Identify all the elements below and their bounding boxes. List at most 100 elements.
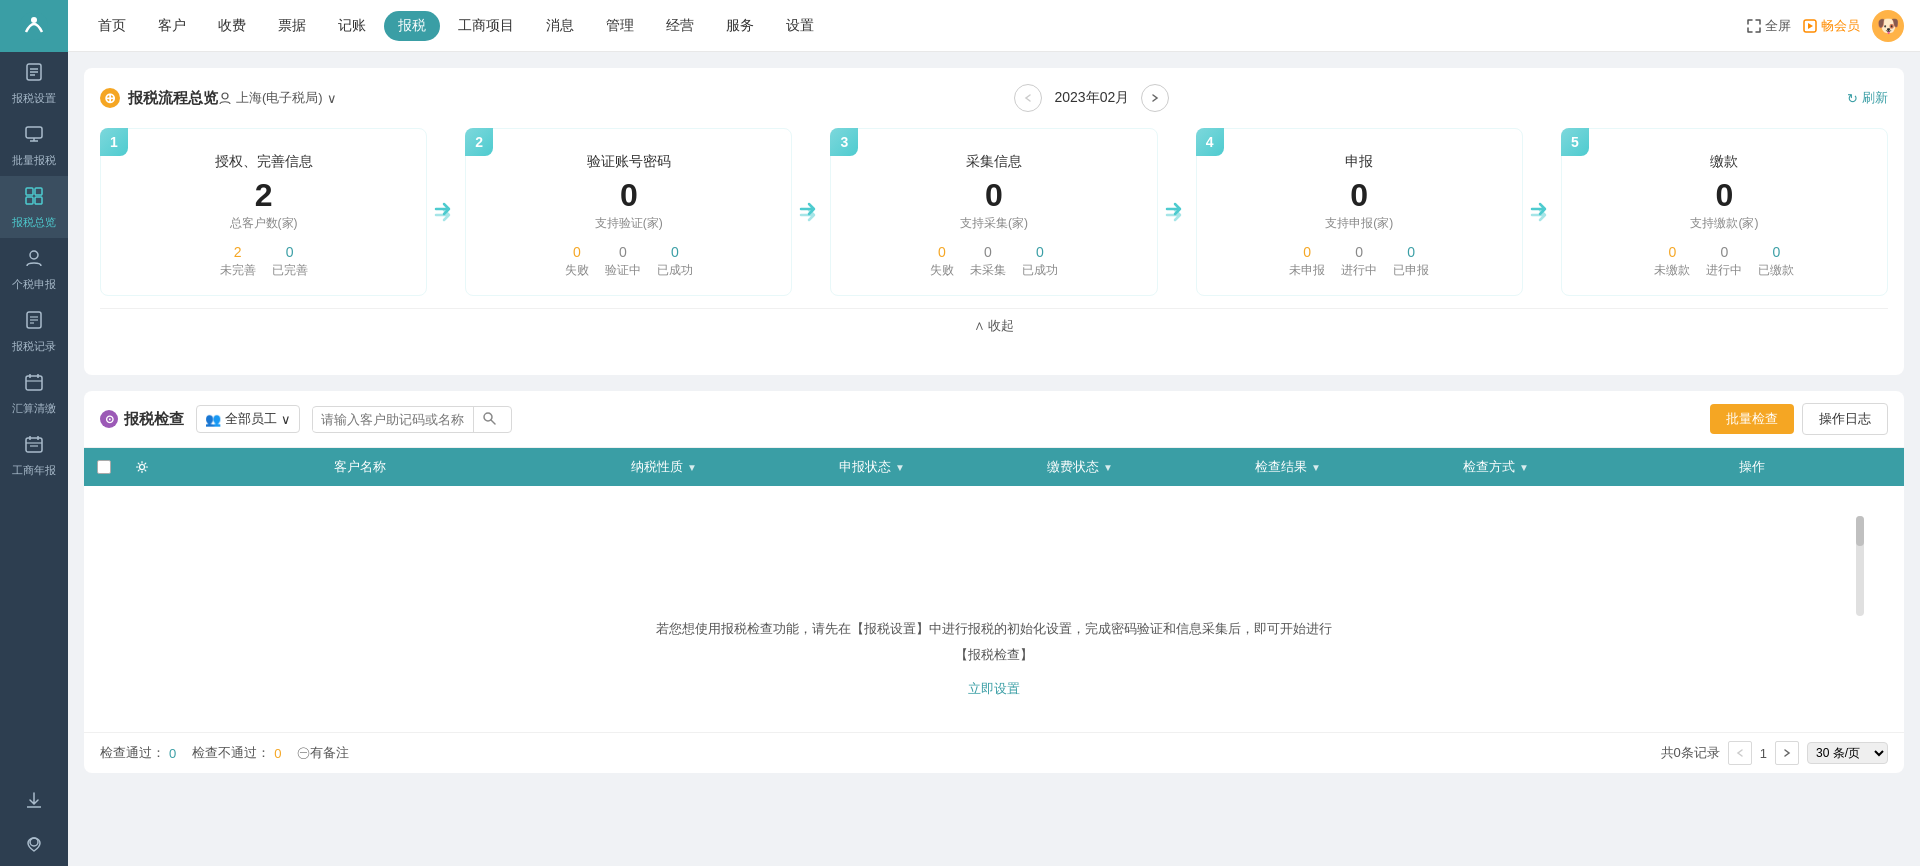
nav-service[interactable]: 服务 xyxy=(712,11,768,41)
step-3-num: 3 xyxy=(830,128,858,156)
collapse-bar[interactable]: ∧ 收起 xyxy=(100,308,1888,343)
collapse-icon: ∧ xyxy=(974,318,985,333)
svg-rect-18 xyxy=(26,376,42,390)
filter-icon[interactable]: ▼ xyxy=(895,462,905,473)
nav-accounting[interactable]: 记账 xyxy=(324,11,380,41)
step-4-title: 申报 xyxy=(1213,153,1506,171)
filter-icon[interactable]: ▼ xyxy=(1519,462,1529,473)
stat-item: 0 失败 xyxy=(930,244,954,279)
th-name-text: 客户名称 xyxy=(334,458,386,476)
total-records: 共0条记录 xyxy=(1661,744,1720,762)
next-page-btn[interactable] xyxy=(1775,741,1799,765)
sidebar-item-tax-records[interactable]: 报税记录 xyxy=(0,300,68,362)
play-icon xyxy=(1803,19,1817,33)
pass-stat: 检查通过： 0 xyxy=(100,744,176,762)
setup-link[interactable]: 立即设置 xyxy=(968,676,1020,702)
stat-item: 0 未采集 xyxy=(970,244,1006,279)
sidebar-item-personal-tax[interactable]: 个税申报 xyxy=(0,238,68,300)
step-arrow-1 xyxy=(427,197,465,227)
sidebar-bottom xyxy=(0,780,68,866)
sidebar-item-label: 批量报税 xyxy=(12,153,56,168)
step-3-count: 0 xyxy=(847,179,1140,211)
sidebar-item-label: 报税总览 xyxy=(12,215,56,230)
sidebar-item-annual-report[interactable]: 工商年报 xyxy=(0,424,68,486)
pass-count-link[interactable]: 0 xyxy=(169,746,176,761)
svg-point-0 xyxy=(20,12,48,40)
step-5-count: 0 xyxy=(1578,179,1871,211)
stat-val: 2 xyxy=(220,244,256,260)
nav-manage[interactable]: 管理 xyxy=(592,11,648,41)
flow-step-1: 1 授权、完善信息 2 总客户数(家) 2 未完善 0 已完善 xyxy=(100,128,427,296)
operation-log-btn[interactable]: 操作日志 xyxy=(1802,403,1888,435)
nav-invoice[interactable]: 票据 xyxy=(264,11,320,41)
sidebar-item-tax-overview[interactable]: 报税总览 xyxy=(0,176,68,238)
topnav-right: 全屏 畅会员 🐶 xyxy=(1747,10,1904,42)
stat-item: 0 已成功 xyxy=(1022,244,1058,279)
th-checkbox[interactable] xyxy=(84,448,124,486)
flow-step-3: 3 采集信息 0 支持采集(家) 0 失败 0 未采集 xyxy=(830,128,1157,296)
sidebar-item-tax-settings[interactable]: 报税设置 xyxy=(0,52,68,114)
svg-rect-9 xyxy=(26,188,33,195)
stat-val-normal: 0 xyxy=(605,244,641,260)
nav-operation[interactable]: 经营 xyxy=(652,11,708,41)
nav-tax[interactable]: 报税 xyxy=(384,11,440,41)
page-size-select[interactable]: 30 条/页 50 条/页 100 条/页 xyxy=(1807,742,1888,764)
sidebar-item-label: 报税记录 xyxy=(12,339,56,354)
search-icon xyxy=(482,411,496,425)
stat-item: 0 已缴款 xyxy=(1758,244,1794,279)
svg-point-31 xyxy=(222,93,228,99)
stat-item: 0 失败 xyxy=(565,244,589,279)
th-declare-text: 申报状态 xyxy=(839,458,891,476)
refresh-btn[interactable]: ↻ 刷新 xyxy=(1847,89,1888,107)
step-5-title: 缴款 xyxy=(1578,153,1871,171)
table-container: 客户名称 纳税性质 ▼ 申报状态 ▼ 缴费状态 ▼ 检查 xyxy=(84,448,1904,732)
location-icon xyxy=(24,833,44,858)
fullscreen-btn[interactable]: 全屏 xyxy=(1747,17,1791,35)
batch-check-btn[interactable]: 批量检查 xyxy=(1710,404,1794,434)
nav-client[interactable]: 客户 xyxy=(144,11,200,41)
step-3-subtitle: 支持采集(家) xyxy=(847,215,1140,232)
search-input[interactable] xyxy=(313,408,473,431)
nav-fee[interactable]: 收费 xyxy=(204,11,260,41)
member-btn[interactable]: 畅会员 xyxy=(1803,17,1860,35)
sidebar-item-annual-settlement[interactable]: 汇算清缴 xyxy=(0,362,68,424)
flow-title-icon: ⊕ xyxy=(100,88,120,108)
step-1-title: 授权、完善信息 xyxy=(117,153,410,171)
user-avatar[interactable]: 🐶 xyxy=(1872,10,1904,42)
prev-month-btn[interactable] xyxy=(1014,84,1042,112)
employee-filter[interactable]: 👥 全部员工 ∨ xyxy=(196,405,300,433)
empty-hint-text: 若您想使用报税检查功能，请先在【报税设置】中进行报税的初始化设置，完成密码验证和… xyxy=(644,616,1344,668)
search-button[interactable] xyxy=(473,407,504,432)
th-gear[interactable] xyxy=(124,448,160,486)
nav-settings[interactable]: 设置 xyxy=(772,11,828,41)
nav-business[interactable]: 工商项目 xyxy=(444,11,528,41)
location-text: 上海(电子税局) xyxy=(236,89,323,107)
location-badge[interactable]: 上海(电子税局) ∨ xyxy=(218,89,337,107)
member-label: 畅会员 xyxy=(1821,17,1860,35)
stat-item: 0 进行中 xyxy=(1341,244,1377,279)
nav-home[interactable]: 首页 xyxy=(84,11,140,41)
sidebar-item-location[interactable] xyxy=(0,823,68,866)
sidebar-item-download[interactable] xyxy=(0,780,68,823)
filter-icon[interactable]: ▼ xyxy=(1103,462,1113,473)
nav-message[interactable]: 消息 xyxy=(532,11,588,41)
personal-tax-icon xyxy=(24,248,44,273)
note-stat: ㊀有备注 xyxy=(297,744,349,762)
filter-icon[interactable]: ▼ xyxy=(687,462,697,473)
pass-label: 检查通过： xyxy=(100,744,165,762)
check-header: ⊙ 报税检查 👥 全部员工 ∨ xyxy=(84,391,1904,448)
sidebar-item-batch-tax[interactable]: 批量报税 xyxy=(0,114,68,176)
app-logo[interactable] xyxy=(0,0,68,52)
fullscreen-label: 全屏 xyxy=(1765,17,1791,35)
step-5-subtitle: 支持缴款(家) xyxy=(1578,215,1871,232)
chevron-right-icon xyxy=(1150,93,1160,103)
fail-stat: 检查不通过： 0 xyxy=(192,744,281,762)
filter-icon[interactable]: ▼ xyxy=(1311,462,1321,473)
header-checkbox[interactable] xyxy=(97,460,111,474)
first-page-btn[interactable] xyxy=(1728,741,1752,765)
fail-count-link[interactable]: 0 xyxy=(274,746,281,761)
table-footer: 检查通过： 0 检查不通过： 0 ㊀有备注 共0条记录 xyxy=(84,732,1904,773)
stat-val: 0 xyxy=(1654,244,1690,260)
next-month-btn[interactable] xyxy=(1141,84,1169,112)
batch-tax-icon xyxy=(24,124,44,149)
